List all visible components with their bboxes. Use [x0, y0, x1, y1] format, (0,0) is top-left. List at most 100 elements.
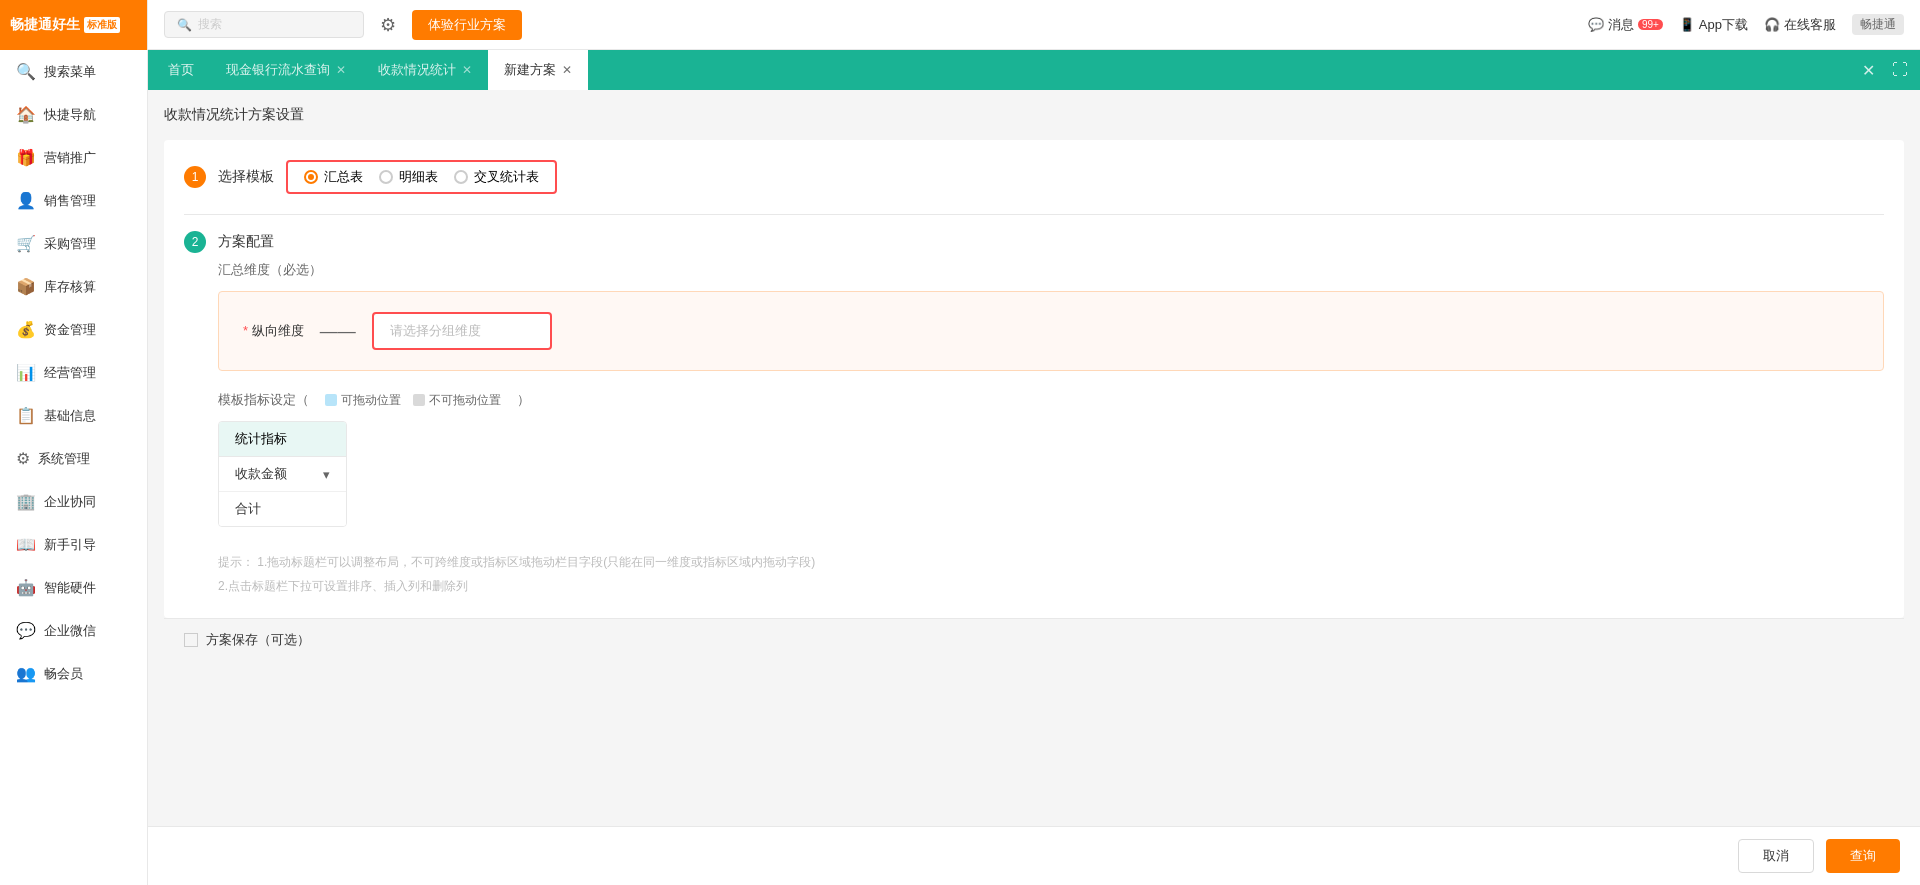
dimension-area: * 纵向维度 —— 请选择分组维度	[218, 291, 1884, 371]
purchase-icon: 🛒	[16, 234, 36, 253]
dimension-section-title: 汇总维度（必选）	[218, 261, 1884, 279]
metrics-section: 模板指标设定（ 可拖动位置 不可拖动位置	[218, 391, 1884, 530]
tab-collection-stats-label: 收款情况统计	[378, 61, 456, 79]
tab-bar: 首页 现金银行流水查询 ✕ 收款情况统计 ✕ 新建方案 ✕ ✕ ⛶	[148, 50, 1920, 90]
sidebar-item-operations[interactable]: 📊 经营管理	[0, 351, 147, 394]
radio-cross[interactable]: 交叉统计表	[454, 168, 539, 186]
radio-summary-label: 汇总表	[324, 168, 363, 186]
trial-button[interactable]: 体验行业方案	[412, 10, 522, 40]
nodrag-dot-icon	[413, 394, 425, 406]
dimension-arrow: ——	[320, 321, 356, 342]
sidebar-item-basic-info[interactable]: 📋 基础信息	[0, 394, 147, 437]
hint-row-2: 2.点击标题栏下拉可设置排序、插入列和删除列	[218, 574, 1884, 598]
app-download-button[interactable]: 📱 App下载	[1679, 16, 1748, 34]
step1-row: 1 选择模板 汇总表 明细表 交叉统计表	[184, 160, 1884, 194]
tab-collection-stats-close[interactable]: ✕	[462, 63, 472, 77]
query-button[interactable]: 查询	[1826, 839, 1900, 873]
legend-drag: 可拖动位置	[325, 392, 401, 409]
tab-bank-flow[interactable]: 现金银行流水查询 ✕	[210, 50, 362, 90]
sidebar-item-finance[interactable]: 💰 资金管理	[0, 308, 147, 351]
dimension-selector[interactable]: 请选择分组维度	[372, 312, 552, 350]
metrics-header: 模板指标设定（ 可拖动位置 不可拖动位置	[218, 391, 1884, 409]
sidebar-item-purchase[interactable]: 🛒 采购管理	[0, 222, 147, 265]
guide-icon: 📖	[16, 535, 36, 554]
page-title: 收款情况统计方案设置	[164, 106, 1904, 124]
sidebar-item-label: 营销推广	[44, 149, 96, 167]
smart-hw-icon: 🤖	[16, 578, 36, 597]
radio-detail[interactable]: 明细表	[379, 168, 438, 186]
user-avatar[interactable]: 畅捷通	[1852, 14, 1904, 35]
sidebar-item-label: 快捷导航	[44, 106, 96, 124]
tab-close-all-button[interactable]: ✕	[1856, 58, 1880, 82]
radio-summary-circle	[304, 170, 318, 184]
search-icon: 🔍	[177, 18, 192, 32]
sidebar-item-quick-nav[interactable]: 🏠 快捷导航	[0, 93, 147, 136]
hints-section: 提示： 1.拖动标题栏可以调整布局，不可跨维度或指标区域拖动栏目字段(只能在同一…	[218, 550, 1884, 598]
logo-badge: 标准版	[84, 17, 120, 33]
cancel-button[interactable]: 取消	[1738, 839, 1814, 873]
settings-button[interactable]: ⚙	[372, 9, 404, 41]
online-service-button[interactable]: 🎧 在线客服	[1764, 16, 1836, 34]
metrics-table-header: 统计指标	[219, 422, 346, 457]
header-right: 💬 消息 99+ 📱 App下载 🎧 在线客服 畅捷通	[1588, 14, 1904, 35]
radio-summary[interactable]: 汇总表	[304, 168, 363, 186]
settings-card: 1 选择模板 汇总表 明细表 交叉统计表	[164, 140, 1904, 618]
metrics-cell-total: 合计	[235, 500, 315, 518]
operations-icon: 📊	[16, 363, 36, 382]
radio-detail-circle	[379, 170, 393, 184]
tab-bank-flow-close[interactable]: ✕	[336, 63, 346, 77]
wechat-icon: 💬	[16, 621, 36, 640]
sidebar-item-wechat[interactable]: 💬 企业微信	[0, 609, 147, 652]
save-checkbox[interactable]	[184, 633, 198, 647]
tab-new-plan[interactable]: 新建方案 ✕	[488, 50, 588, 90]
config-container: 汇总维度（必选） * 纵向维度 —— 请选择分组维度	[218, 261, 1884, 598]
radio-detail-label: 明细表	[399, 168, 438, 186]
sidebar-item-smart-hw[interactable]: 🤖 智能硬件	[0, 566, 147, 609]
sidebar-item-label: 基础信息	[44, 407, 96, 425]
revenue-dropdown-icon[interactable]: ▾	[323, 467, 330, 482]
sidebar-item-inventory[interactable]: 📦 库存核算	[0, 265, 147, 308]
drag-dot-icon	[325, 394, 337, 406]
tab-home[interactable]: 首页	[152, 50, 210, 90]
step2-label: 方案配置	[218, 233, 274, 251]
sidebar-item-member[interactable]: 👥 畅会员	[0, 652, 147, 695]
search-bar[interactable]: 🔍 搜索	[164, 11, 364, 38]
legend-nodrag: 不可拖动位置	[413, 392, 501, 409]
metrics-cell-revenue: 收款金额	[235, 465, 315, 483]
sidebar-item-sales[interactable]: 👤 销售管理	[0, 179, 147, 222]
search-menu-icon: 🔍	[16, 62, 36, 81]
sidebar-item-label: 智能硬件	[44, 579, 96, 597]
metrics-row-total: 合计	[219, 492, 346, 526]
dimension-row: * 纵向维度 —— 请选择分组维度	[243, 312, 1859, 350]
sidebar-item-label: 搜索菜单	[44, 63, 96, 81]
notification-button[interactable]: 💬 消息 99+	[1588, 16, 1663, 34]
tab-new-plan-close[interactable]: ✕	[562, 63, 572, 77]
tab-collection-stats[interactable]: 收款情况统计 ✕	[362, 50, 488, 90]
basic-info-icon: 📋	[16, 406, 36, 425]
sidebar-item-search-menu[interactable]: 🔍 搜索菜单	[0, 50, 147, 93]
search-placeholder: 搜索	[198, 16, 222, 33]
sidebar-item-label: 企业微信	[44, 622, 96, 640]
tab-bar-right: ✕ ⛶	[1856, 58, 1920, 82]
sidebar-item-label: 系统管理	[38, 450, 90, 468]
sidebar-item-system[interactable]: ⚙ 系统管理	[0, 437, 147, 480]
notification-label: 消息	[1608, 16, 1634, 34]
tab-expand-button[interactable]: ⛶	[1888, 58, 1912, 82]
sidebar-item-label: 经营管理	[44, 364, 96, 382]
metrics-row-revenue: 收款金额 ▾	[219, 457, 346, 492]
sidebar-logo: 畅捷通好生 标准版	[0, 0, 147, 50]
sidebar-item-guide[interactable]: 📖 新手引导	[0, 523, 147, 566]
system-icon: ⚙	[16, 449, 30, 468]
metrics-table: 统计指标 收款金额 ▾ 合计	[218, 421, 347, 527]
finance-icon: 💰	[16, 320, 36, 339]
sales-icon: 👤	[16, 191, 36, 210]
step2-badge: 2	[184, 231, 206, 253]
sidebar-item-label: 资金管理	[44, 321, 96, 339]
step2-row: 2 方案配置	[184, 231, 1884, 253]
metrics-legend: 可拖动位置 不可拖动位置	[325, 392, 501, 409]
sidebar-item-enterprise[interactable]: 🏢 企业协同	[0, 480, 147, 523]
nodrag-label: 不可拖动位置	[429, 392, 501, 409]
app-download-label: App下载	[1699, 16, 1748, 34]
sidebar-item-label: 库存核算	[44, 278, 96, 296]
sidebar-item-marketing[interactable]: 🎁 营销推广	[0, 136, 147, 179]
